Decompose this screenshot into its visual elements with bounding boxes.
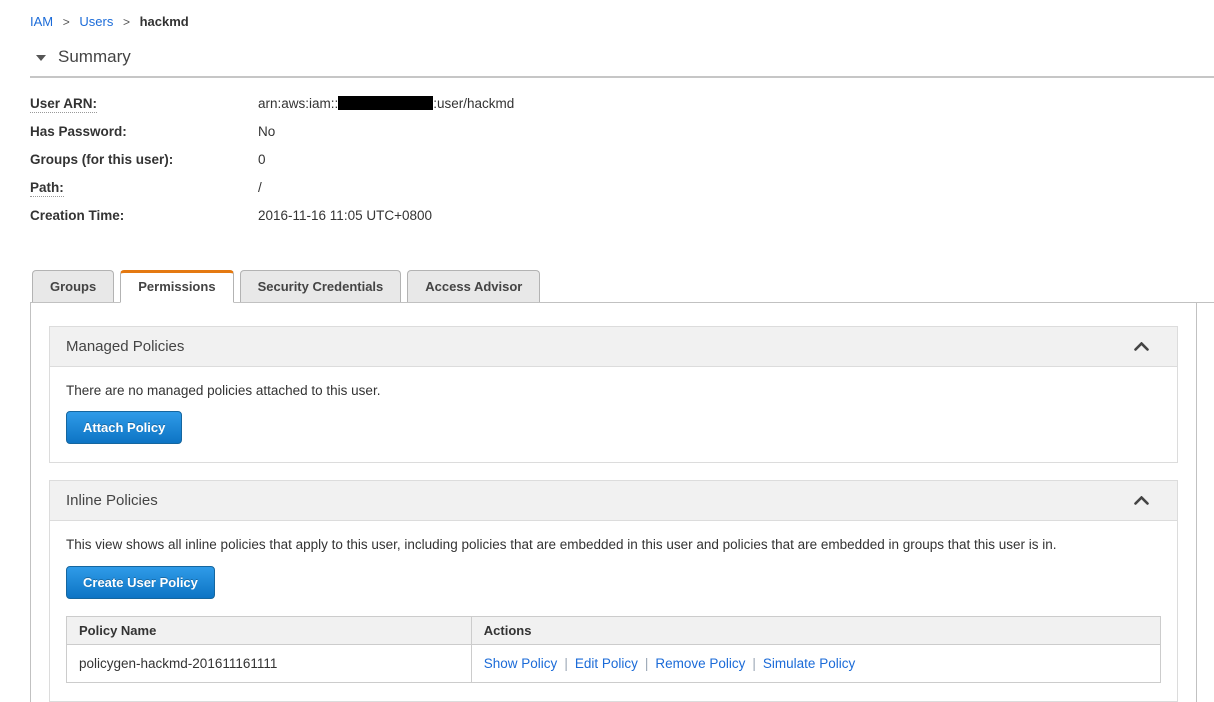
- creation-time-label: Creation Time:: [30, 208, 125, 223]
- create-user-policy-button[interactable]: Create User Policy: [66, 566, 215, 599]
- user-arn-value: arn:aws:iam:::user/hackmd: [258, 96, 515, 111]
- link-separator: |: [752, 656, 756, 671]
- inline-policies-section: Inline Policies This view shows all inli…: [49, 480, 1178, 702]
- attach-policy-button[interactable]: Attach Policy: [66, 411, 183, 444]
- permissions-tab-panel: Managed Policies There are no managed po…: [30, 303, 1197, 702]
- summary-fields: User ARN: arn:aws:iam:::user/hackmd Has …: [30, 90, 1214, 230]
- groups-count-value: 0: [258, 152, 266, 167]
- chevron-up-icon[interactable]: [1134, 496, 1149, 505]
- actions-column-header: Actions: [470, 616, 1162, 645]
- inline-policies-title: Inline Policies: [66, 492, 158, 509]
- redacted-account-id: [338, 96, 434, 110]
- chevron-up-icon[interactable]: [1134, 342, 1149, 351]
- managed-policies-title: Managed Policies: [66, 338, 185, 355]
- breadcrumb: IAM > Users > hackmd: [0, 0, 1214, 29]
- path-value: /: [258, 180, 262, 195]
- tab-permissions[interactable]: Permissions: [120, 270, 234, 303]
- inline-policies-table: Policy Name Actions policygen-hackmd-201…: [66, 616, 1162, 683]
- summary-row-creation-time: Creation Time: 2016-11-16 11:05 UTC+0800: [30, 202, 1214, 230]
- breadcrumb-link-iam[interactable]: IAM: [30, 14, 53, 29]
- summary-title: Summary: [58, 47, 131, 66]
- inline-policies-header[interactable]: Inline Policies: [50, 481, 1177, 521]
- breadcrumb-separator: >: [62, 15, 70, 29]
- has-password-value: No: [258, 124, 276, 139]
- summary-toggle[interactable]: Summary: [30, 47, 210, 67]
- breadcrumb-current-user: hackmd: [139, 14, 189, 29]
- summary-row-user-arn: User ARN: arn:aws:iam:::user/hackmd: [30, 90, 1214, 118]
- managed-policies-body: There are no managed policies attached t…: [50, 367, 1177, 462]
- policy-name-column-header: Policy Name: [66, 616, 472, 645]
- breadcrumb-separator: >: [122, 15, 130, 29]
- summary-row-has-password: Has Password: No: [30, 118, 1214, 146]
- table-row: policygen-hackmd-201611161111 Show Polic…: [66, 644, 1162, 683]
- edit-policy-link[interactable]: Edit Policy: [575, 656, 638, 671]
- groups-count-label: Groups (for this user):: [30, 152, 174, 167]
- user-arn-label: User ARN:: [30, 96, 98, 113]
- table-header-row: Policy Name Actions: [66, 616, 1162, 645]
- inline-policies-body: This view shows all inline policies that…: [50, 521, 1177, 701]
- tab-bar: Groups Permissions Security Credentials …: [30, 270, 1214, 303]
- tab-access-advisor[interactable]: Access Advisor: [407, 270, 541, 302]
- remove-policy-link[interactable]: Remove Policy: [655, 656, 745, 671]
- creation-time-value: 2016-11-16 11:05 UTC+0800: [258, 208, 432, 223]
- inline-policies-description: This view shows all inline policies that…: [66, 537, 1057, 552]
- actions-cell: Show Policy | Edit Policy | Remove Policy | Si…: [470, 644, 1162, 683]
- summary-row-path: Path: /: [30, 174, 1214, 202]
- policy-name-cell: policygen-hackmd-201611161111: [66, 644, 472, 683]
- path-label: Path:: [30, 180, 64, 197]
- tab-security-credentials[interactable]: Security Credentials: [239, 270, 402, 302]
- has-password-label: Has Password:: [30, 124, 127, 139]
- simulate-policy-link[interactable]: Simulate Policy: [763, 656, 855, 671]
- summary-divider: [30, 76, 1214, 78]
- caret-down-icon: [36, 55, 46, 61]
- tab-groups[interactable]: Groups: [32, 270, 115, 302]
- managed-policies-header[interactable]: Managed Policies: [50, 327, 1177, 367]
- show-policy-link[interactable]: Show Policy: [484, 656, 558, 671]
- breadcrumb-link-users[interactable]: Users: [79, 14, 113, 29]
- managed-policies-empty-text: There are no managed policies attached t…: [66, 383, 381, 398]
- link-separator: |: [644, 656, 649, 671]
- summary-row-groups: Groups (for this user): 0: [30, 146, 1214, 174]
- managed-policies-section: Managed Policies There are no managed po…: [49, 326, 1178, 463]
- link-separator: |: [564, 656, 568, 671]
